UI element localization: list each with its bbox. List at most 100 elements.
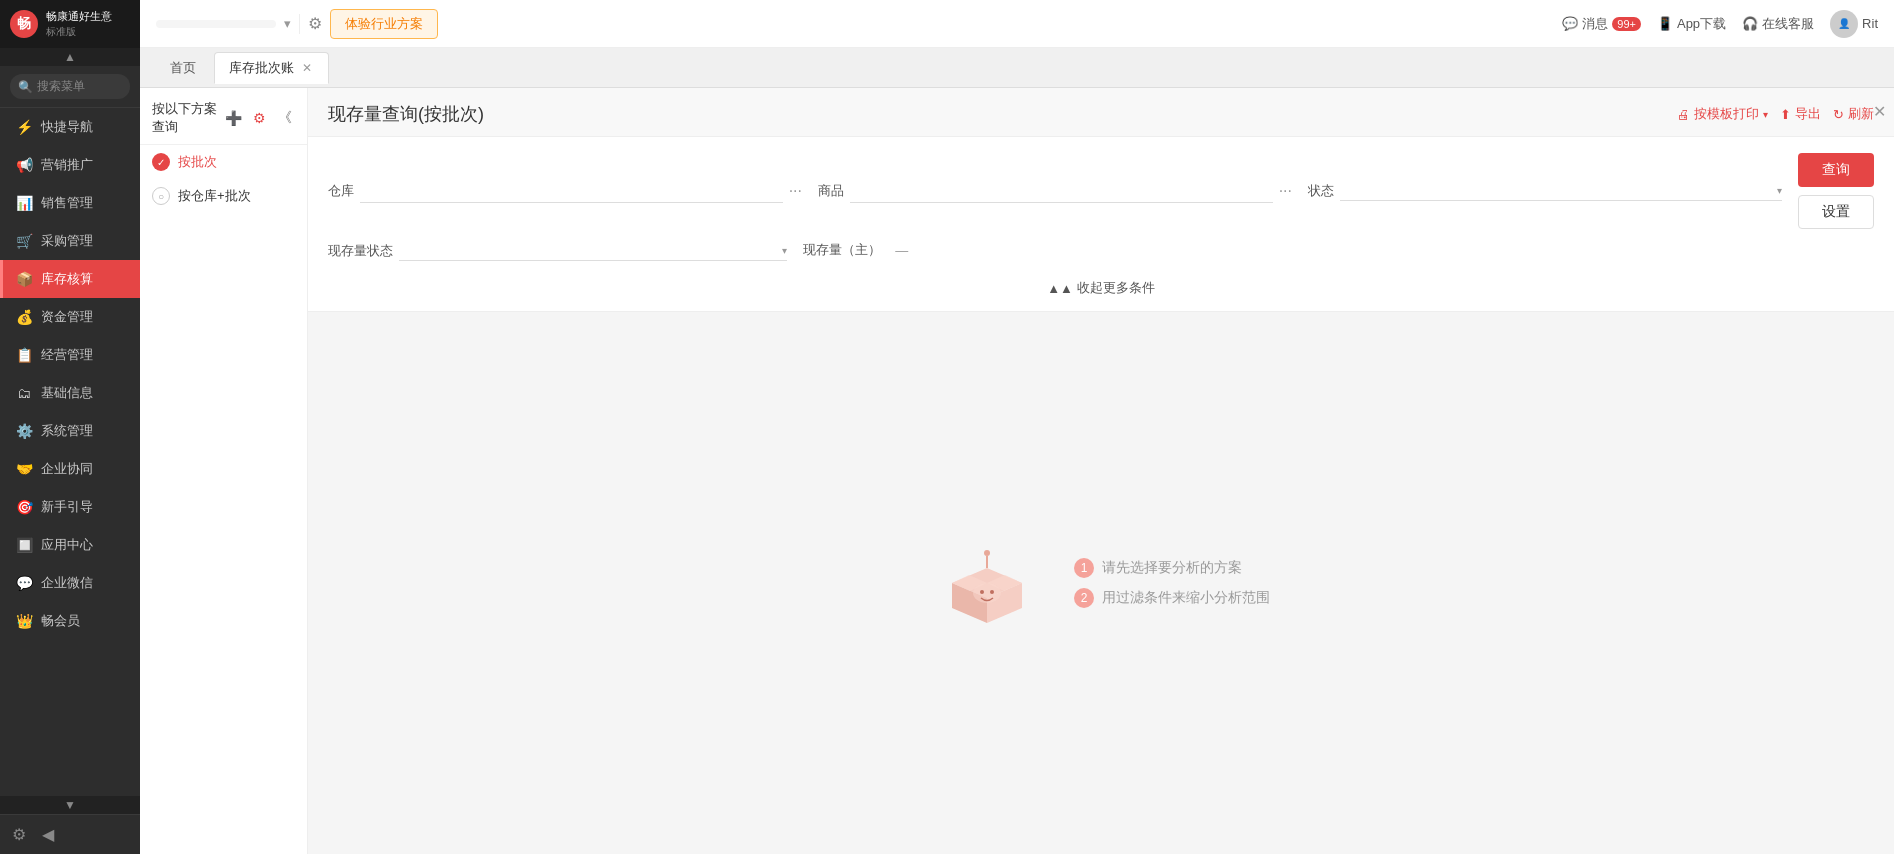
refresh-btn[interactable]: ↻ 刷新: [1833, 105, 1874, 123]
page-title: 现存量查询(按批次): [328, 102, 484, 126]
sidebar-item-label: 企业协同: [41, 460, 93, 478]
export-label: 导出: [1795, 105, 1821, 123]
sidebar-item-label: 库存核算: [41, 270, 93, 288]
tab-home[interactable]: 首页: [156, 53, 210, 83]
user-area[interactable]: 👤 Rit: [1830, 10, 1878, 38]
sidebar: 畅 畅康通好生意 标准版 ▲ 🔍 搜索菜单 ⚡ 快捷导航 📢 营销推广 📊 销售…: [0, 0, 140, 854]
sidebar-item-wxwork[interactable]: 💬 企业微信: [0, 564, 140, 602]
online-service-label: 在线客服: [1762, 15, 1814, 33]
sidebar-item-label: 系统管理: [41, 422, 93, 440]
app-download-icon: 📱: [1657, 16, 1673, 31]
sidebar-item-sales[interactable]: 📊 销售管理: [0, 184, 140, 222]
sidebar-search-area[interactable]: 🔍 搜索菜单: [0, 66, 140, 108]
sidebar-item-finance[interactable]: 💰 资金管理: [0, 298, 140, 336]
tab-close-btn[interactable]: ✕: [300, 61, 314, 75]
sidebar-item-label: 基础信息: [41, 384, 93, 402]
inventory-quantity-label: 现存量（主）: [803, 241, 881, 259]
add-scheme-btn[interactable]: ➕: [223, 108, 243, 128]
sidebar-item-member[interactable]: 👑 畅会员: [0, 602, 140, 640]
sales-icon: 📊: [15, 194, 33, 212]
apps-icon: 🔲: [15, 536, 33, 554]
sidebar-item-enterprise[interactable]: 🤝 企业协同: [0, 450, 140, 488]
svg-point-9: [990, 590, 994, 594]
app-download-item[interactable]: 📱 App下载: [1657, 15, 1726, 33]
collapse-icon[interactable]: ◀: [42, 825, 54, 844]
scheme-active-icon: ✓: [152, 153, 170, 171]
warehouse-input[interactable]: [360, 179, 783, 203]
topbar-search-area[interactable]: [156, 20, 276, 28]
status-select[interactable]: ▾: [1340, 181, 1782, 201]
sidebar-item-newbie[interactable]: 🎯 新手引导: [0, 488, 140, 526]
experience-btn[interactable]: 体验行业方案: [330, 9, 438, 39]
enterprise-icon: 🤝: [15, 460, 33, 478]
export-icon: ⬆: [1780, 107, 1791, 122]
more-conditions-label: 收起更多条件: [1077, 279, 1155, 297]
inventory-status-select[interactable]: ▾: [399, 241, 787, 261]
sidebar-item-label: 快捷导航: [41, 118, 93, 136]
sidebar-item-system[interactable]: ⚙️ 系统管理: [0, 412, 140, 450]
sidebar-item-operations[interactable]: 📋 经营管理: [0, 336, 140, 374]
empty-icon-area: [932, 528, 1042, 638]
scheme-batch-label: 按批次: [178, 153, 217, 171]
warehouse-more-icon[interactable]: ···: [789, 182, 802, 200]
sidebar-item-marketing[interactable]: 📢 营销推广: [0, 146, 140, 184]
divider: [299, 14, 300, 34]
content-area: 按以下方案查询 ➕ ⚙ 《 ✓ 按批次 ○ 按仓库+批次 现存量查询(按批次): [140, 88, 1894, 854]
newbie-icon: 🎯: [15, 498, 33, 516]
tab-batch[interactable]: 库存批次账 ✕: [214, 52, 329, 84]
print-btn[interactable]: 🖨 按模板打印 ▾: [1677, 105, 1768, 123]
sidebar-item-inventory[interactable]: 📦 库存核算: [0, 260, 140, 298]
sidebar-item-purchase[interactable]: 🛒 采购管理: [0, 222, 140, 260]
sidebar-footer: ⚙ ◀: [0, 814, 140, 854]
search-menu-label: 搜索菜单: [37, 78, 85, 95]
system-icon: ⚙️: [15, 422, 33, 440]
step-1-text: 请先选择要分析的方案: [1102, 559, 1242, 577]
settings-filter-btn[interactable]: 设置: [1798, 195, 1874, 229]
inventory-status-dropdown-icon: ▾: [782, 245, 787, 256]
settings-scheme-btn[interactable]: ⚙: [249, 108, 269, 128]
dropdown-icon[interactable]: ▾: [284, 16, 291, 31]
right-panel: 现存量查询(按批次) 🖨 按模板打印 ▾ ⬆ 导出 ↻ 刷新: [308, 88, 1894, 854]
inventory-status-label: 现存量状态: [328, 242, 393, 260]
settings-icon[interactable]: ⚙: [12, 825, 26, 844]
finance-icon: 💰: [15, 308, 33, 326]
page-header-actions: 🖨 按模板打印 ▾ ⬆ 导出 ↻ 刷新: [1677, 105, 1874, 123]
svg-point-8: [980, 590, 984, 594]
empty-state: 1 请先选择要分析的方案 2 用过滤条件来缩小分析范围: [308, 312, 1894, 854]
scheme-inactive-icon: ○: [152, 187, 170, 205]
sidebar-item-label: 采购管理: [41, 232, 93, 250]
page-header: 现存量查询(按批次) 🖨 按模板打印 ▾ ⬆ 导出 ↻ 刷新: [308, 88, 1894, 137]
step-1-num: 1: [1074, 558, 1094, 578]
sidebar-item-label: 营销推广: [41, 156, 93, 174]
export-btn[interactable]: ⬆ 导出: [1780, 105, 1821, 123]
product-more-icon[interactable]: ···: [1279, 182, 1292, 200]
purchase-icon: 🛒: [15, 232, 33, 250]
product-input[interactable]: [850, 179, 1273, 203]
scroll-up-btn[interactable]: ▲: [64, 50, 76, 64]
scroll-down-btn[interactable]: ▼: [64, 798, 76, 812]
query-btn[interactable]: 查询: [1798, 153, 1874, 187]
sidebar-item-apps[interactable]: 🔲 应用中心: [0, 526, 140, 564]
sidebar-nav: ⚡ 快捷导航 📢 营销推广 📊 销售管理 🛒 采购管理 📦 库存核算 💰 资金管…: [0, 108, 140, 796]
sidebar-item-basic[interactable]: 🗂 基础信息: [0, 374, 140, 412]
sidebar-item-label: 应用中心: [41, 536, 93, 554]
messages-item[interactable]: 💬 消息 99+: [1562, 15, 1641, 33]
app-title: 畅康通好生意: [46, 9, 112, 23]
tab-home-label: 首页: [170, 59, 196, 77]
sidebar-header: 畅 畅康通好生意 标准版: [0, 0, 140, 48]
sidebar-item-label: 资金管理: [41, 308, 93, 326]
search-menu-btn[interactable]: 🔍 搜索菜单: [10, 74, 130, 99]
filter-area: 仓库 ··· 商品 ··· 状态 ▾: [308, 137, 1894, 312]
app-logo: 畅: [10, 10, 38, 38]
scheme-item-warehouse-batch[interactable]: ○ 按仓库+批次: [140, 179, 307, 213]
scheme-item-batch[interactable]: ✓ 按批次: [140, 145, 307, 179]
settings-gear-icon[interactable]: ⚙: [308, 14, 322, 33]
collapse-panel-btn[interactable]: 《: [275, 108, 295, 128]
inventory-icon: 📦: [15, 270, 33, 288]
member-icon: 👑: [15, 612, 33, 630]
left-panel-actions: ➕ ⚙ 《: [223, 108, 295, 128]
right-panel-close-btn[interactable]: ✕: [1873, 102, 1886, 121]
more-conditions-btn[interactable]: ▲▲ 收起更多条件: [328, 273, 1874, 303]
online-service-item[interactable]: 🎧 在线客服: [1742, 15, 1814, 33]
sidebar-item-quicknav[interactable]: ⚡ 快捷导航: [0, 108, 140, 146]
